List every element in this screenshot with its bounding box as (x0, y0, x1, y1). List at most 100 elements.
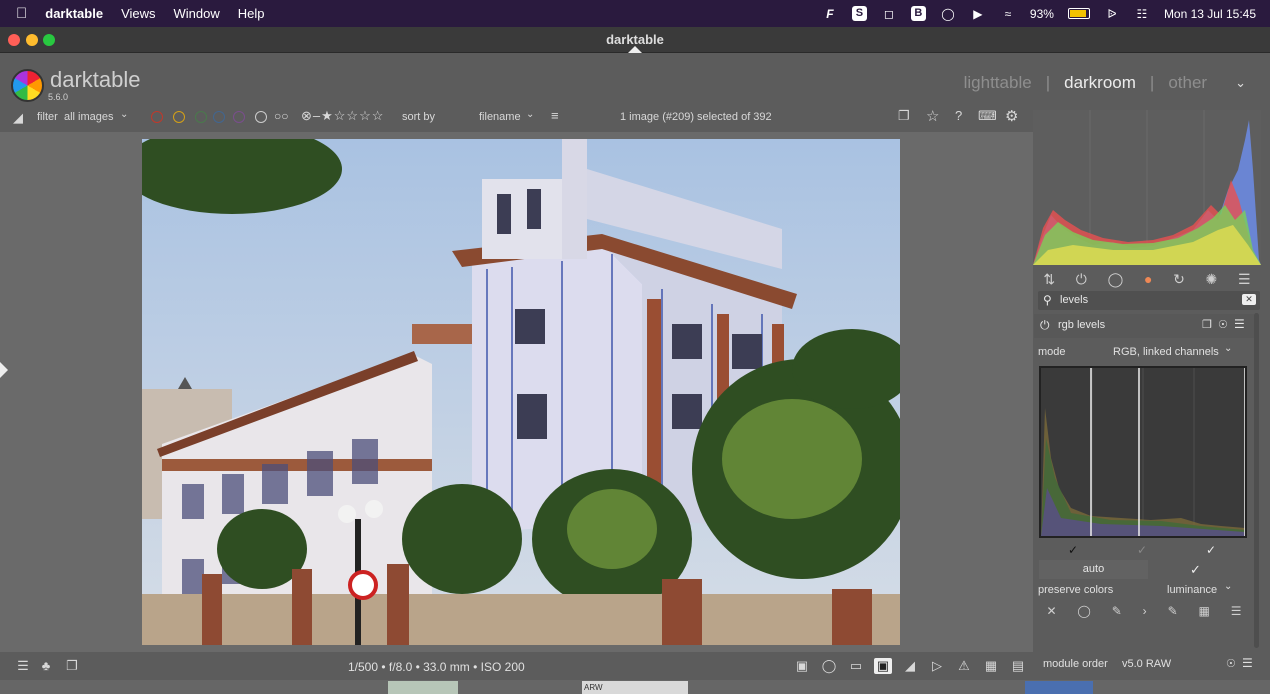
play-tray-icon[interactable]: ▶ (970, 7, 986, 21)
black-picker-icon[interactable]: ✓ (1068, 543, 1078, 557)
minimize-window-button[interactable] (26, 34, 38, 46)
view-darkroom[interactable]: darkroom (1064, 73, 1136, 93)
menu-views[interactable]: Views (121, 6, 155, 21)
zoom-window-button[interactable] (43, 34, 55, 46)
circle-tray-icon[interactable]: ◯ (940, 7, 956, 21)
view-lighttable[interactable]: lighttable (964, 73, 1032, 93)
module-header[interactable]: ⏻ rgb levels ❐ ☉ ☰ (1034, 314, 1254, 338)
overlay-guides-icon[interactable]: ▤ (1009, 658, 1027, 674)
path-icon[interactable]: › (1143, 604, 1147, 620)
styles-icon[interactable]: ♣ (37, 658, 55, 674)
brush-icon[interactable]: ✎ (1112, 604, 1122, 620)
focus-peaking-icon[interactable]: ▣ (793, 658, 811, 674)
power-icon[interactable]: ⏻ (1076, 271, 1087, 288)
f-tray-icon[interactable]: F (822, 7, 838, 21)
reset-icon[interactable]: ☉ (1218, 318, 1228, 331)
left-panel-toggle-icon[interactable] (0, 362, 8, 378)
star-icon[interactable]: ☆ (926, 107, 939, 125)
lightbulb-icon[interactable]: ◯ (820, 658, 838, 674)
color-label-red[interactable] (151, 111, 163, 123)
overlay-icon[interactable]: ❐ (898, 108, 910, 124)
second-window-icon[interactable]: ❐ (63, 658, 81, 674)
white-picker-icon[interactable]: ✓ (1206, 543, 1216, 557)
s-tray-icon[interactable]: S (851, 6, 867, 21)
menubar-clock[interactable]: Mon 13 Jul 15:45 (1164, 7, 1256, 21)
color-label-toggle-icon[interactable]: ○○ (274, 109, 289, 123)
power-icon[interactable]: ⏻ (1040, 318, 1050, 333)
module-order-value[interactable]: v5.0 RAW (1122, 658, 1171, 670)
menu-help[interactable]: Help (238, 6, 265, 21)
presets-icon[interactable]: ☰ (1242, 656, 1253, 670)
menu-window[interactable]: Window (174, 6, 220, 21)
grid-icon[interactable]: ▦ (982, 658, 1000, 674)
filmstrip[interactable]: ARW (0, 680, 1270, 694)
chevron-down-icon[interactable]: ⌄ (526, 109, 534, 120)
preserve-colors-row[interactable]: preserve colors luminance ⌄ (1038, 581, 1248, 596)
display-profile-icon[interactable]: ▭ (847, 658, 865, 674)
color-label-none[interactable] (255, 111, 267, 123)
wifi-icon[interactable]: ≈ (1000, 7, 1016, 21)
b-tray-icon[interactable]: B (910, 6, 926, 21)
color-label-yellow[interactable] (173, 111, 185, 123)
reset-icon[interactable]: ☉ (1226, 657, 1236, 670)
keyboard-icon[interactable]: ⌨ (978, 108, 997, 124)
preserve-colors-select[interactable]: luminance (1167, 584, 1217, 596)
color-label-purple[interactable] (233, 111, 245, 123)
menu-icon[interactable]: ☰ (14, 658, 32, 674)
softproof-icon[interactable]: ◢ (901, 658, 919, 674)
mode-row[interactable]: mode RGB, linked channels ⌄ (1038, 343, 1248, 358)
filter-select[interactable]: all images (64, 111, 114, 123)
correct-group-icon[interactable]: ↻ (1173, 271, 1185, 288)
presets-icon[interactable]: ☰ (1234, 317, 1245, 331)
base-group-icon[interactable]: ◯ (1108, 271, 1124, 288)
quick-access-icon[interactable]: ⇅ (1043, 271, 1055, 288)
auto-button[interactable]: auto (1039, 560, 1148, 579)
grey-picker-icon[interactable]: ✓ (1137, 543, 1147, 557)
hamburger-icon[interactable]: ☰ (1231, 604, 1242, 620)
panel-scrollbar[interactable] (1254, 313, 1259, 648)
hamburger-icon[interactable]: ☰ (1238, 271, 1251, 288)
color-group-icon[interactable]: ● (1144, 271, 1152, 287)
chevron-down-icon[interactable]: ⌄ (120, 109, 128, 120)
filmstrip-thumb[interactable] (388, 681, 458, 694)
clipping-toggle-icon[interactable]: ▣ (874, 658, 892, 674)
levels-graph[interactable] (1039, 366, 1247, 538)
close-window-button[interactable] (8, 34, 20, 46)
circle-mask-icon[interactable]: ◯ (1077, 604, 1090, 620)
filter-icon[interactable]: ◢ (13, 110, 23, 126)
auto-picker-icon[interactable]: ✓ (1190, 562, 1201, 578)
filmstrip-thumb[interactable] (1025, 681, 1093, 694)
parametric-mask-icon[interactable]: ▦ (1199, 604, 1210, 620)
color-label-blue[interactable] (213, 111, 225, 123)
help-icon[interactable]: ? (955, 108, 962, 123)
gamut-warning-icon[interactable]: ⚠ (955, 658, 973, 674)
effect-group-icon[interactable]: ✺ (1206, 271, 1218, 288)
sort-order-icon[interactable]: ≡ (551, 108, 559, 123)
top-panel-collapse-icon[interactable] (628, 46, 642, 53)
drawn-mask-icon[interactable]: ✎ (1168, 604, 1178, 620)
mode-select[interactable]: RGB, linked channels (1113, 346, 1219, 358)
chevron-down-icon[interactable]: ⌄ (1224, 343, 1232, 354)
menu-app-name[interactable]: darktable (45, 6, 103, 21)
gear-icon[interactable]: ⚙ (1005, 107, 1018, 125)
control-center-icon[interactable]: ☷ (1134, 7, 1150, 21)
search-input[interactable]: levels (1060, 294, 1088, 306)
edited-image[interactable] (142, 139, 900, 645)
chevron-down-icon[interactable]: ⌄ (1224, 581, 1232, 592)
chevron-down-icon[interactable]: ⌄ (1235, 75, 1246, 91)
shield-tray-icon[interactable]: ◻ (881, 7, 897, 21)
guides-icon[interactable]: ▷ (928, 658, 946, 674)
rating-filter-icon[interactable]: ⊗–★☆☆☆☆ (301, 108, 384, 124)
bluetooth-icon[interactable]: ᐉ (1104, 7, 1120, 21)
color-label-green[interactable] (195, 111, 207, 123)
filmstrip-thumb-current[interactable]: ARW (582, 681, 688, 694)
module-search[interactable]: ⚲ levels ✕ (1038, 291, 1260, 310)
histogram[interactable] (1033, 110, 1261, 265)
battery-icon[interactable] (1067, 8, 1090, 19)
sort-select[interactable]: filename (479, 111, 521, 123)
apple-menu-icon[interactable]:  (16, 5, 27, 22)
clear-search-icon[interactable]: ✕ (1242, 294, 1256, 305)
view-other[interactable]: other (1168, 73, 1207, 93)
multi-instance-icon[interactable]: ❐ (1202, 318, 1212, 331)
close-icon[interactable]: ✕ (1046, 604, 1056, 620)
